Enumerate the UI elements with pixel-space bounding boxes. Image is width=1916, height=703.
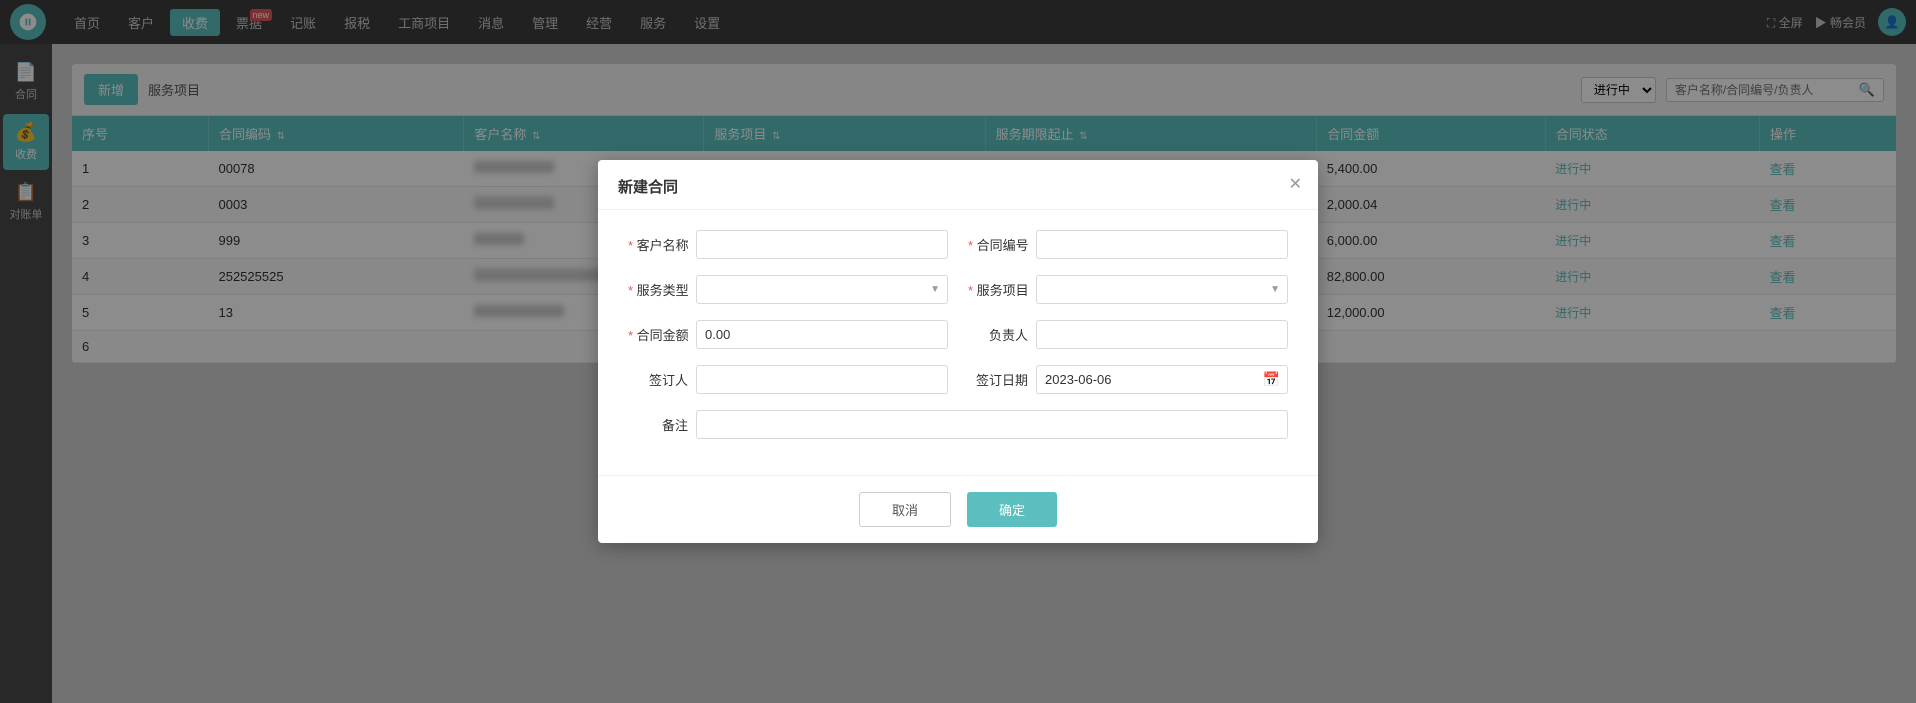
- customer-name-input[interactable]: [696, 230, 948, 259]
- contract-amount-label: 合同金额: [628, 325, 688, 344]
- cancel-button[interactable]: 取消: [859, 492, 951, 527]
- sign-date-input[interactable]: [1036, 365, 1288, 394]
- form-group-amount: 合同金额: [628, 320, 948, 349]
- service-item-label: 服务项目: [968, 280, 1028, 299]
- form-group-remarks: 备注: [628, 410, 1288, 439]
- remarks-label: 备注: [628, 415, 688, 434]
- content-area: 新增 服务项目 进行中 已完成 已终止 🔍 序号: [52, 44, 1916, 703]
- service-item-select[interactable]: [1036, 275, 1288, 304]
- contract-no-input[interactable]: [1036, 230, 1288, 259]
- form-group-contract-no: 合同编号: [968, 230, 1288, 259]
- dialog: 新建合同 ✕ 客户名称 合同编号: [598, 160, 1318, 543]
- form-row-5: 备注: [628, 410, 1288, 439]
- form-group-customer: 客户名称: [628, 230, 948, 259]
- form-row-3: 合同金额 负责人: [628, 320, 1288, 349]
- dialog-title: 新建合同: [618, 179, 678, 196]
- form-row-1: 客户名称 合同编号: [628, 230, 1288, 259]
- sign-date-wrapper: 📅: [1036, 365, 1288, 394]
- signer-label: 签订人: [628, 370, 688, 389]
- contract-amount-input[interactable]: [696, 320, 948, 349]
- responsible-person-input[interactable]: [1036, 320, 1288, 349]
- sign-date-label: 签订日期: [968, 370, 1028, 389]
- service-item-select-wrapper: ▼: [1036, 275, 1288, 304]
- form-group-service-type: 服务类型 ▼: [628, 275, 948, 304]
- remarks-input[interactable]: [696, 410, 1288, 439]
- dialog-body: 客户名称 合同编号 服务类型: [598, 210, 1318, 475]
- responsible-person-label: 负责人: [968, 325, 1028, 344]
- dialog-overlay: 新建合同 ✕ 客户名称 合同编号: [52, 44, 1916, 703]
- signer-input[interactable]: [696, 365, 948, 394]
- form-group-responsible: 负责人: [968, 320, 1288, 349]
- main-layout: 📄 合同 💰 收费 📋 对账单 新增 服务项目 进行中 已完成 已终止: [0, 44, 1916, 703]
- form-group-service-item: 服务项目 ▼: [968, 275, 1288, 304]
- service-type-label: 服务类型: [628, 280, 688, 299]
- dialog-footer: 取消 确定: [598, 475, 1318, 543]
- service-type-select-wrapper: ▼: [696, 275, 948, 304]
- service-type-select[interactable]: [696, 275, 948, 304]
- form-row-4: 签订人 签订日期 📅: [628, 365, 1288, 394]
- form-group-sign-date: 签订日期 📅: [968, 365, 1288, 394]
- form-group-signer: 签订人: [628, 365, 948, 394]
- customer-name-label: 客户名称: [628, 235, 688, 254]
- dialog-close-button[interactable]: ✕: [1289, 174, 1302, 194]
- form-row-2: 服务类型 ▼ 服务项目 ▼: [628, 275, 1288, 304]
- contract-no-label: 合同编号: [968, 235, 1028, 254]
- confirm-button[interactable]: 确定: [967, 492, 1057, 527]
- dialog-header: 新建合同 ✕: [598, 160, 1318, 210]
